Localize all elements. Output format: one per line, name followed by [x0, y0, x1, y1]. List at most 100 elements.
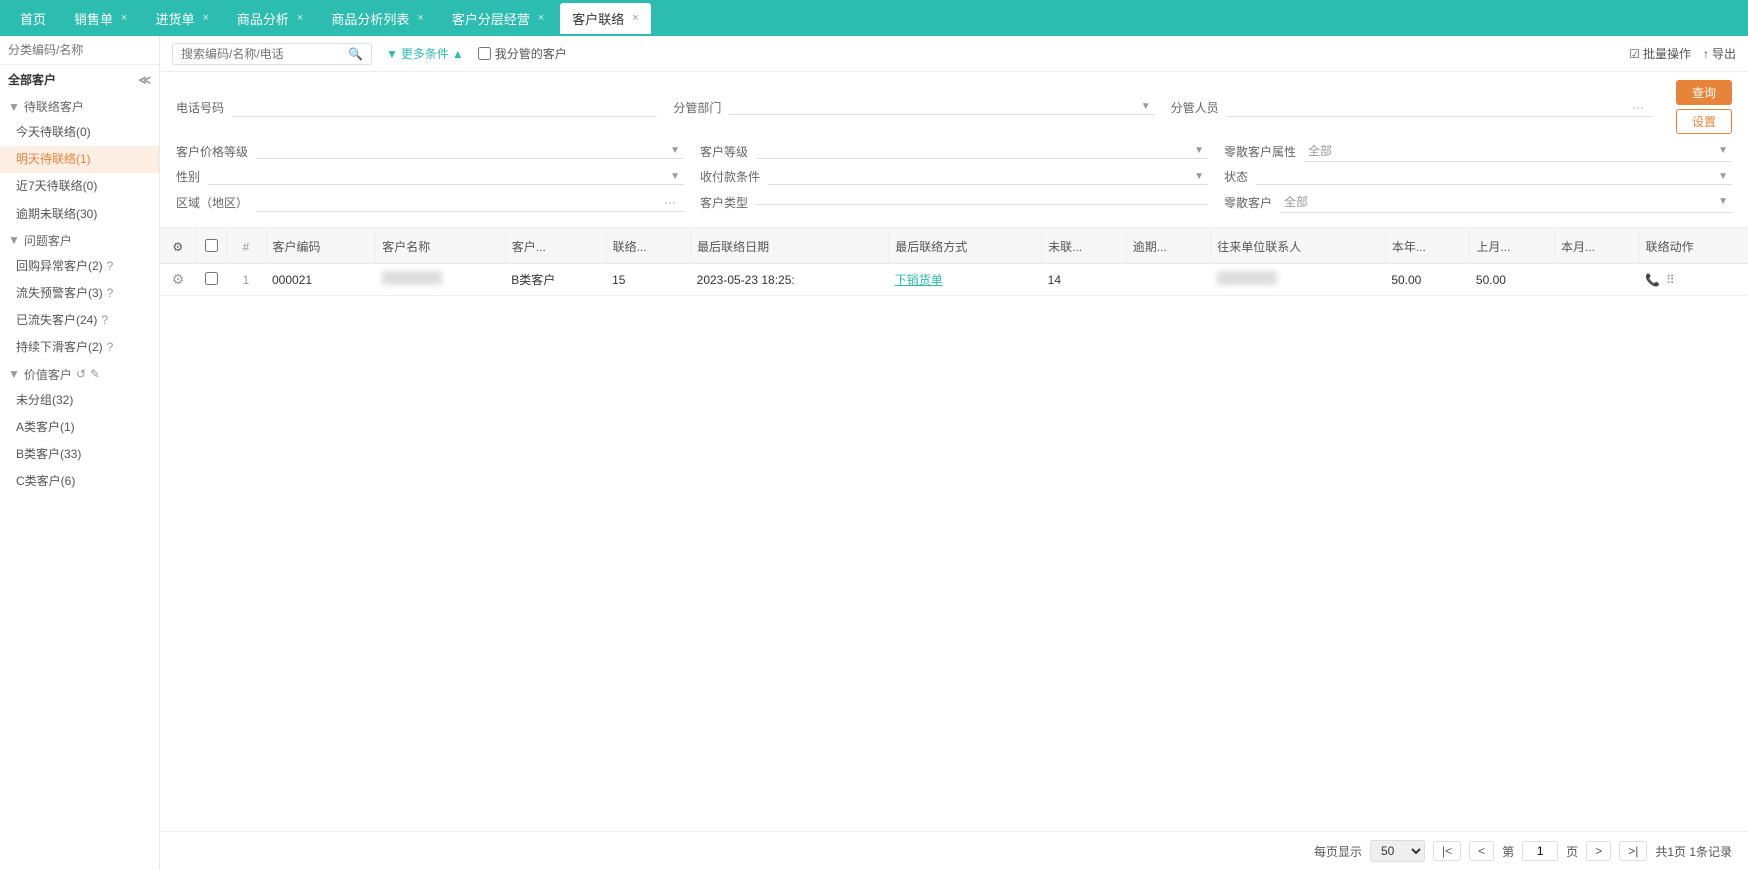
export-btn[interactable]: ↑ 导出: [1703, 45, 1736, 62]
problem-customers-group[interactable]: ▼ 问题客户: [0, 228, 159, 253]
nav-item-首页[interactable]: 首页: [8, 3, 58, 34]
sidebar-item-pending[interactable]: 逾期未联络(30): [0, 201, 159, 228]
status-label: 状态: [1224, 168, 1248, 185]
close-icon[interactable]: ×: [538, 12, 544, 24]
payment-label: 收付款条件: [700, 168, 760, 185]
next-page-btn[interactable]: >: [1586, 841, 1611, 861]
chevron-down-icon: ▼: [1718, 145, 1728, 156]
sidebar-item-value[interactable]: 未分组(32): [0, 387, 159, 414]
gear-column-header[interactable]: ⚙: [160, 230, 196, 264]
phone-action-icon[interactable]: 📞: [1645, 273, 1660, 287]
sidebar-search-bar: 🔍: [0, 36, 159, 65]
more-action-icon[interactable]: ⠿: [1666, 273, 1675, 287]
status-select[interactable]: ▼: [1256, 169, 1732, 185]
last-page-btn[interactable]: >|: [1619, 841, 1647, 861]
help-icon: ?: [107, 286, 114, 300]
last-contact-method-column-header[interactable]: 最后联络方式: [889, 230, 1042, 264]
gear-icon[interactable]: ⚙: [172, 271, 185, 287]
nav-item-商品分析[interactable]: 商品分析×: [225, 3, 315, 34]
sidebar-item-problem[interactable]: 流失预警客户(3)?: [0, 280, 159, 307]
chevron-down-icon: ▼: [1718, 196, 1728, 207]
gender-label: 性别: [176, 168, 200, 185]
sidebar-item-problem[interactable]: 持续下滑客户(2)?: [0, 334, 159, 361]
edit-icon[interactable]: ✎: [90, 367, 100, 381]
top-actions: ☑ 批量操作 ↑ 导出: [1629, 45, 1736, 62]
blurred-cell: [376, 264, 506, 296]
pending-contact-group[interactable]: ▼ 待联络客户: [0, 94, 159, 119]
query-button[interactable]: 查询: [1676, 80, 1732, 105]
nav-item-商品分析列表[interactable]: 商品分析列表×: [319, 3, 435, 34]
ellipsis-icon[interactable]: ···: [660, 195, 680, 209]
this-year-column-header[interactable]: 本年...: [1385, 230, 1470, 264]
unit-contact-column-header[interactable]: 往来单位联系人: [1211, 230, 1386, 264]
sidebar-item-value[interactable]: C类客户(6): [0, 468, 159, 495]
close-icon[interactable]: ×: [121, 12, 127, 24]
my-customers-checkbox[interactable]: [478, 47, 491, 60]
sidebar-item-value[interactable]: B类客户(33): [0, 441, 159, 468]
contact-method-link[interactable]: 下销货单: [895, 273, 943, 287]
phone-field: 电话号码: [176, 98, 657, 117]
close-icon[interactable]: ×: [632, 12, 638, 24]
ellipsis-icon[interactable]: ···: [1628, 100, 1648, 114]
customer-price-select[interactable]: ▼: [256, 143, 684, 159]
customer-price-field: 客户价格等级 ▼: [176, 143, 684, 160]
sidebar-item-pending[interactable]: 明天待联络(1): [0, 146, 159, 173]
per-page-select[interactable]: 50 100 200: [1370, 840, 1425, 862]
payment-select[interactable]: ▼: [768, 169, 1208, 185]
batch-ops-btn[interactable]: ☑ 批量操作: [1629, 45, 1691, 62]
name-column-header[interactable]: 客户名称: [376, 230, 506, 264]
close-icon[interactable]: ×: [297, 12, 303, 24]
close-icon[interactable]: ×: [202, 12, 208, 24]
total-label: 共1页 1条记录: [1655, 843, 1732, 860]
code-column-header[interactable]: 客户编码: [266, 230, 376, 264]
check-column-header: [196, 230, 226, 264]
customer-level-select[interactable]: ▼: [756, 143, 1208, 159]
this-month-column-header[interactable]: 本月...: [1554, 230, 1639, 264]
type-column-header[interactable]: 客户...: [505, 230, 606, 264]
sidebar-item-value[interactable]: A类客户(1): [0, 414, 159, 441]
value-customers-group[interactable]: ▼ 价值客户 ↺ ✎: [0, 362, 159, 387]
link-cell: 下销货单: [889, 264, 1042, 296]
contact-column-header[interactable]: 联络...: [606, 230, 691, 264]
search-icon[interactable]: 🔍: [348, 47, 363, 61]
nav-item-进货单[interactable]: 进货单×: [143, 3, 220, 34]
dept-select[interactable]: ▼: [729, 99, 1154, 115]
prev-page-btn[interactable]: <: [1469, 841, 1494, 861]
chevron-down-icon: ▼: [1141, 101, 1151, 112]
sidebar-item-problem[interactable]: 回购异常客户(2)?: [0, 253, 159, 280]
sidebar-search-input[interactable]: [8, 43, 160, 57]
gender-select[interactable]: ▼: [208, 169, 684, 185]
sidebar-item-pending[interactable]: 今天待联络(0): [0, 119, 159, 146]
last-month-column-header[interactable]: 上月...: [1470, 230, 1555, 264]
more-conditions-btn[interactable]: ▼ 更多条件 ▲: [380, 42, 470, 65]
retail-attr-select[interactable]: 全部 ▼: [1304, 140, 1732, 162]
all-customers-header[interactable]: 全部客户 ≪: [0, 65, 159, 94]
sidebar-item-problem[interactable]: 已流失客户(24)?: [0, 307, 159, 334]
collapse-icon[interactable]: ≪: [138, 73, 151, 87]
filter-row-3: 性别 ▼ 收付款条件 ▼ 状态 ▼: [176, 168, 1732, 185]
close-icon[interactable]: ×: [417, 12, 423, 24]
refresh-icon[interactable]: ↺: [76, 367, 86, 381]
no-contact-column-header[interactable]: 未联...: [1042, 230, 1127, 264]
setting-button[interactable]: 设置: [1676, 109, 1732, 134]
row-checkbox[interactable]: [205, 272, 218, 285]
sidebar-item-pending[interactable]: 近7天待联络(0): [0, 173, 159, 200]
actions-cell: 📞⠿: [1639, 264, 1748, 296]
retail-customer-field: 零散客户 全部 ▼: [1224, 191, 1732, 213]
manager-select[interactable]: ···: [1227, 98, 1652, 117]
phone-input[interactable]: [232, 98, 657, 117]
first-page-btn[interactable]: |<: [1433, 841, 1461, 861]
last-contact-date-column-header[interactable]: 最后联络日期: [691, 230, 889, 264]
overdue-column-header[interactable]: 逾期...: [1126, 230, 1211, 264]
nav-item-客户联络[interactable]: 客户联络×: [560, 3, 650, 34]
retail-customer-select[interactable]: 全部 ▼: [1280, 191, 1732, 213]
page-number-input[interactable]: [1522, 841, 1558, 861]
my-customers-checkbox-label[interactable]: 我分管的客户: [478, 45, 567, 62]
customer-type-select[interactable]: [756, 200, 1208, 205]
nav-item-客户分层经营[interactable]: 客户分层经营×: [440, 3, 556, 34]
area-field: 区域（地区） ···: [176, 193, 684, 212]
area-select[interactable]: ···: [256, 193, 684, 212]
select-all-checkbox[interactable]: [205, 239, 218, 252]
nav-item-销售单[interactable]: 销售单×: [62, 3, 139, 34]
search-input[interactable]: [181, 47, 344, 61]
